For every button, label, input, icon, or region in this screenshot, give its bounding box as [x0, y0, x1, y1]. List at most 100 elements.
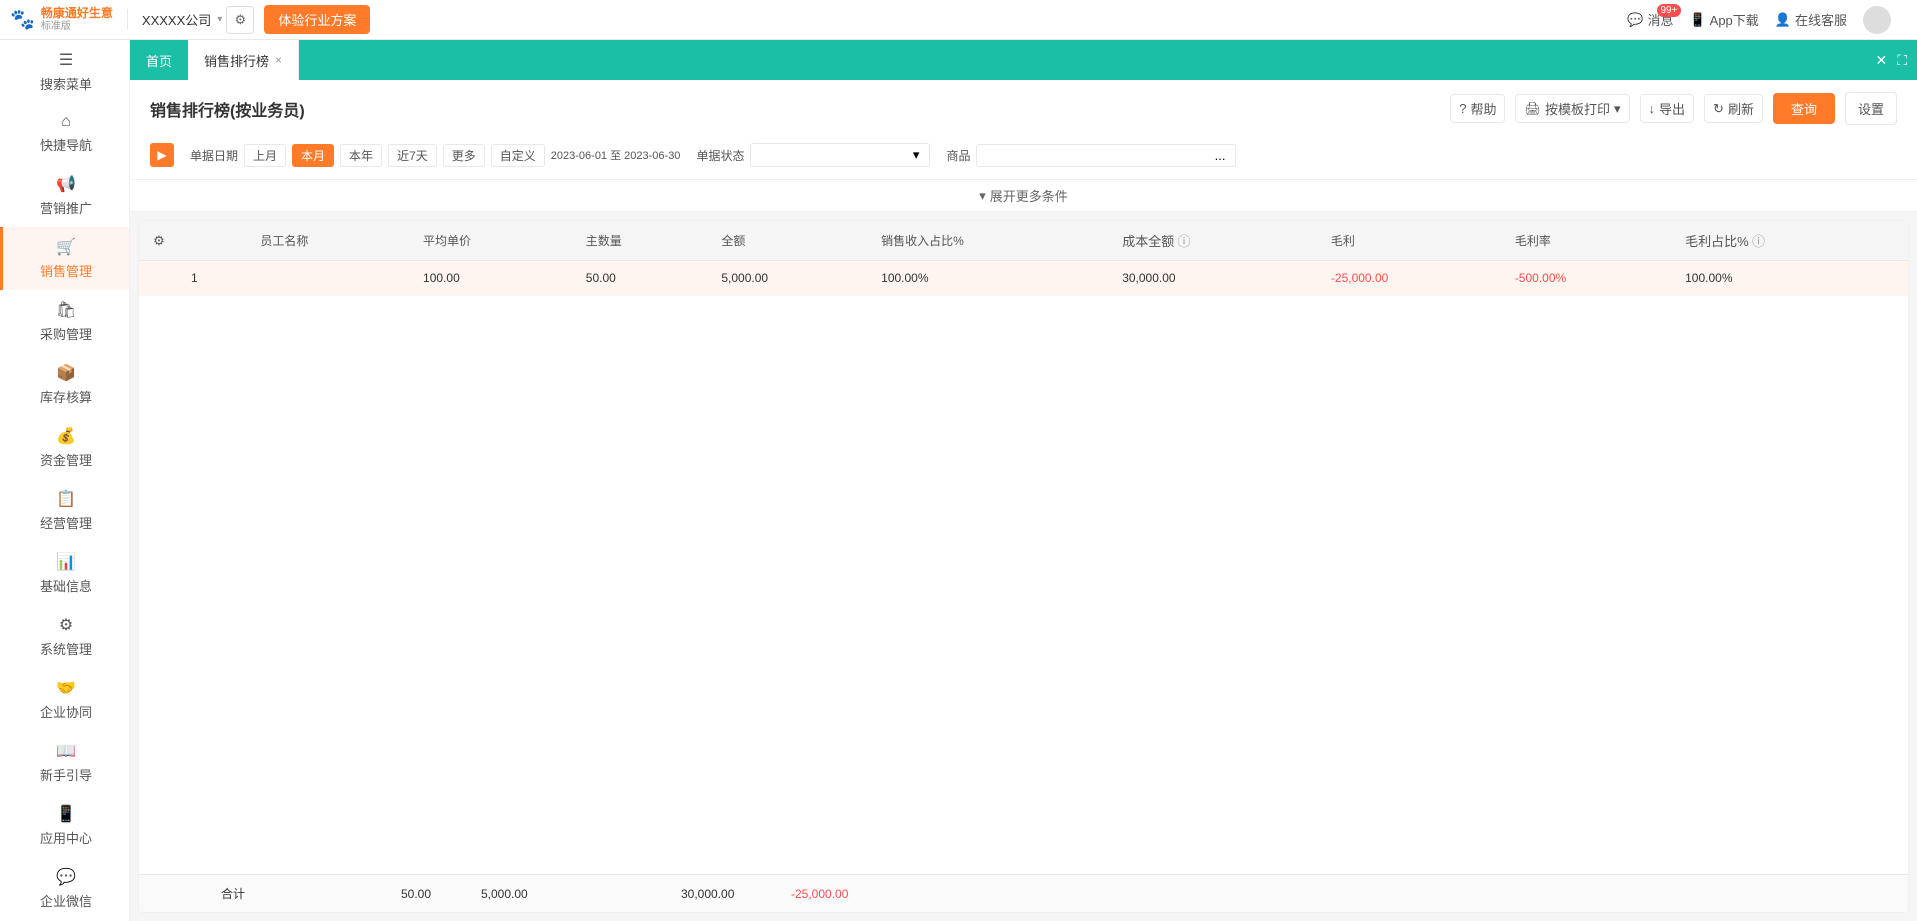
sidebar-label-sales: 销售管理 — [40, 261, 92, 280]
operation-icon: 📋 — [56, 489, 76, 509]
page-title-row: 销售排行榜(按业务员) ? 帮助 🖨 按模板打印 ▾ ↓ — [150, 92, 1897, 125]
query-button[interactable]: 查询 — [1773, 93, 1835, 124]
online-service-button[interactable]: 👤 在线客服 — [1775, 10, 1847, 29]
cell-sales-ratio: 100.00% — [869, 261, 1110, 296]
sidebar-label-guide: 新手引导 — [40, 765, 92, 784]
message-badge: 99+ — [1657, 4, 1682, 17]
fullscreen-icon[interactable]: ⛶ — [1897, 52, 1907, 69]
sidebar-item-cooperation[interactable]: 🤝 企业协同 — [0, 668, 129, 731]
app-download-button[interactable]: 📱 App下载 — [1689, 10, 1758, 29]
status-select[interactable]: ▾ — [750, 143, 930, 167]
sidebar-label-wechat: 企业微信 — [40, 891, 92, 910]
sidebar-label-inventory: 库存核算 — [40, 387, 92, 406]
sidebar-item-quick-nav[interactable]: ⌂ 快捷导航 — [0, 103, 129, 164]
basic-info-icon: 📊 — [56, 552, 76, 572]
sidebar-label-search: 搜索菜单 — [40, 74, 92, 93]
goods-more-icon: ... — [1215, 148, 1226, 163]
last7days-button[interactable]: 近7天 — [388, 144, 437, 167]
expand-down-icon: ▾ — [979, 188, 986, 204]
sidebar-item-system[interactable]: ⚙ 系统管理 — [0, 605, 129, 668]
table-header-row: ⚙ 员工名称 平均单价 主数量 全额 销售收入占比% 成本全额 ⓘ — [139, 221, 1908, 261]
goods-filter-label: 商品 — [946, 147, 970, 164]
print-icon: 🖨 — [1524, 101, 1541, 117]
sidebar-item-sales[interactable]: 🛒 销售管理 — [0, 227, 129, 290]
app-download-label: App下载 — [1710, 10, 1759, 29]
sidebar-item-finance[interactable]: 💰 资金管理 — [0, 416, 129, 479]
trial-button[interactable]: 体验行业方案 — [264, 5, 370, 34]
filter-toggle-button[interactable]: ▶ — [150, 143, 174, 167]
tab-sales-ranking[interactable]: 销售排行榜 × — [188, 40, 299, 80]
cost-info-icon[interactable]: ⓘ — [1178, 234, 1191, 249]
phone-icon: 📱 — [1689, 12, 1705, 28]
sidebar-item-apps[interactable]: 📱 应用中心 — [0, 794, 129, 857]
refresh-button[interactable]: ↻ 刷新 — [1704, 94, 1763, 123]
gear-icon: ⚙ — [234, 12, 246, 28]
home-icon: ⌂ — [61, 113, 71, 131]
sidebar-item-purchase[interactable]: 🛍 采购管理 — [0, 290, 129, 353]
date-filter-group: 单据日期 上月 本月 本年 近7天 更多 自定义 2023-06-01 至 20… — [190, 144, 680, 167]
sidebar-item-guide[interactable]: 📖 新手引导 — [0, 731, 129, 794]
cell-name — [248, 261, 411, 296]
goods-select[interactable]: ... — [976, 144, 1236, 167]
this-year-button[interactable]: 本年 — [340, 144, 382, 167]
inventory-icon: 📦 — [56, 363, 76, 383]
company-settings-button[interactable]: ⚙ — [226, 6, 254, 34]
date-filter-label: 单据日期 — [190, 147, 238, 164]
col-sales-ratio: 销售收入占比% — [869, 221, 1110, 261]
more-date-button[interactable]: 更多 — [443, 144, 485, 167]
chevron-down-icon: ▾ — [217, 14, 222, 25]
gross-ratio-info-icon[interactable]: ⓘ — [1752, 234, 1765, 249]
table-container: ⚙ 员工名称 平均单价 主数量 全额 销售收入占比% 成本全额 ⓘ — [138, 220, 1909, 913]
sidebar: ☰ 搜索菜单 ⌂ 快捷导航 📢 营销推广 🛒 销售管理 🛍 采购管理 📦 库存核… — [0, 40, 130, 921]
sidebar-item-marketing[interactable]: 📢 营销推广 — [0, 164, 129, 227]
cell-gross-ratio: 100.00% — [1673, 261, 1908, 296]
cell-gross-rate: -500.00% — [1503, 261, 1673, 296]
data-table: ⚙ 员工名称 平均单价 主数量 全额 销售收入占比% 成本全额 ⓘ — [139, 221, 1908, 296]
sidebar-label-apps: 应用中心 — [40, 828, 92, 847]
message-icon: 💬 — [1627, 12, 1643, 28]
export-button[interactable]: ↓ 导出 — [1640, 94, 1695, 123]
cell-cost: 30,000.00 — [1110, 261, 1319, 296]
guide-icon: 📖 — [56, 741, 76, 761]
expand-conditions-button[interactable]: ▾ 展开更多条件 — [130, 179, 1917, 211]
tab-close-icon[interactable]: × — [275, 53, 282, 67]
sidebar-item-operation[interactable]: 📋 经营管理 — [0, 479, 129, 542]
table-row: 1 100.00 50.00 5,000.00 100.00% 30,000.0… — [139, 261, 1908, 296]
col-gross: 毛利 — [1319, 221, 1503, 261]
app-logo: 🐾 — [10, 7, 35, 32]
sidebar-item-wechat[interactable]: 💬 企业微信 — [0, 857, 129, 920]
message-button[interactable]: 💬 消息 99+ — [1627, 10, 1673, 29]
cell-quantity: 50.00 — [574, 261, 710, 296]
settings-button[interactable]: 设置 — [1845, 92, 1897, 125]
avatar[interactable] — [1863, 6, 1891, 34]
help-button[interactable]: ? 帮助 — [1450, 94, 1505, 123]
col-avg-price: 平均单价 — [411, 221, 574, 261]
print-button[interactable]: 🖨 按模板打印 ▾ — [1515, 94, 1629, 123]
app-name-block: 畅康通好生意 标准版 — [41, 6, 113, 32]
top-right-actions: 💬 消息 99+ 📱 App下载 👤 在线客服 — [1627, 6, 1907, 34]
close-window-icon[interactable]: ✕ — [1875, 52, 1887, 69]
search-menu-icon: ☰ — [59, 50, 73, 70]
col-settings[interactable]: ⚙ — [139, 221, 179, 261]
sidebar-label-system: 系统管理 — [40, 639, 92, 658]
cell-total: 5,000.00 — [709, 261, 869, 296]
sidebar-label-quick-nav: 快捷导航 — [40, 135, 92, 154]
this-month-button[interactable]: 本月 — [292, 144, 334, 167]
refresh-icon: ↻ — [1713, 101, 1724, 117]
col-employee-name: 员工名称 — [248, 221, 411, 261]
sidebar-label-purchase: 采购管理 — [40, 324, 92, 343]
company-selector[interactable]: 🐾 畅康通好生意 标准版 XXXXX公司 ▾ — [10, 6, 222, 32]
custom-date-button[interactable]: 自定义 — [491, 144, 545, 167]
refresh-label: 刷新 — [1728, 99, 1754, 118]
main-layout: ☰ 搜索菜单 ⌂ 快捷导航 📢 营销推广 🛒 销售管理 🛍 采购管理 📦 库存核… — [0, 40, 1917, 921]
sidebar-item-search[interactable]: ☰ 搜索菜单 — [0, 40, 129, 103]
last-month-button[interactable]: 上月 — [244, 144, 286, 167]
sidebar-item-basic-info[interactable]: 📊 基础信息 — [0, 542, 129, 605]
footer-gross: -25,000.00 — [791, 887, 891, 901]
sidebar-label-finance: 资金管理 — [40, 450, 92, 469]
print-chevron-icon: ▾ — [1614, 101, 1621, 117]
sidebar-item-inventory[interactable]: 📦 库存核算 — [0, 353, 129, 416]
cell-gross: -25,000.00 — [1319, 261, 1503, 296]
tab-home[interactable]: 首页 — [130, 40, 188, 80]
finance-icon: 💰 — [56, 426, 76, 446]
